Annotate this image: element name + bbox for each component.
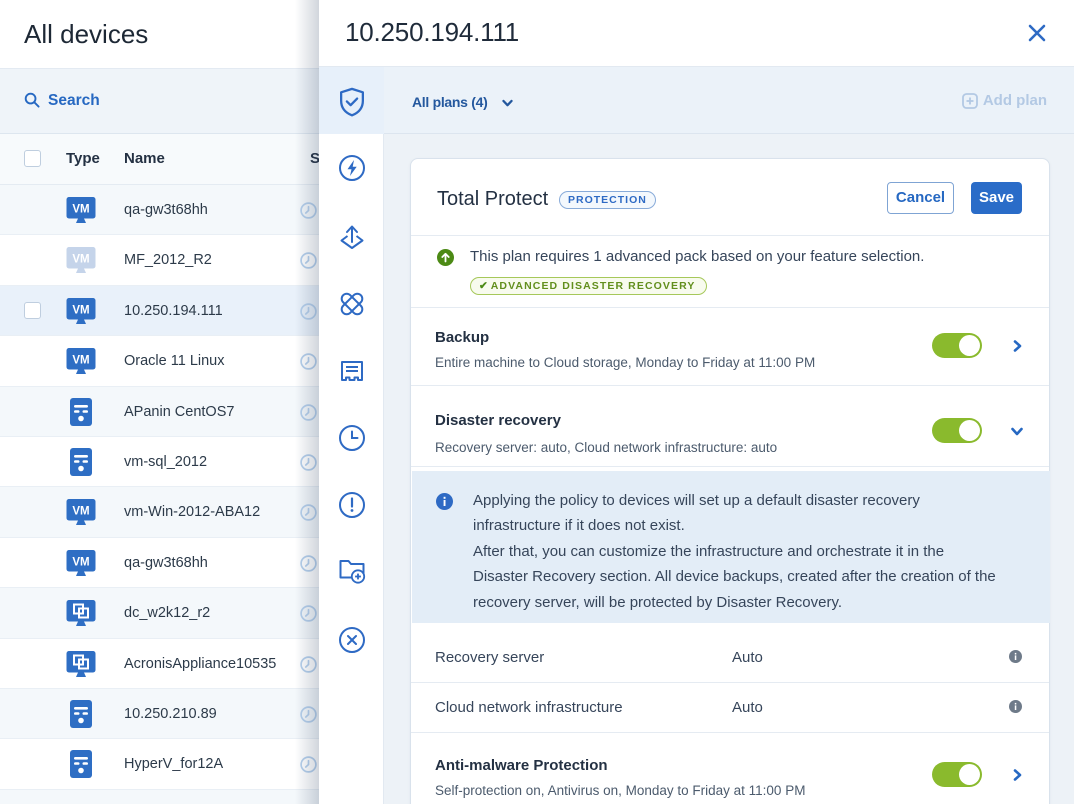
svg-text:VM: VM [72, 355, 89, 367]
svg-text:VM: VM [72, 556, 89, 568]
svg-text:VM: VM [72, 304, 89, 316]
svg-text:VM: VM [72, 204, 89, 216]
svg-text:VM: VM [72, 254, 89, 266]
svg-text:VM: VM [72, 506, 89, 518]
